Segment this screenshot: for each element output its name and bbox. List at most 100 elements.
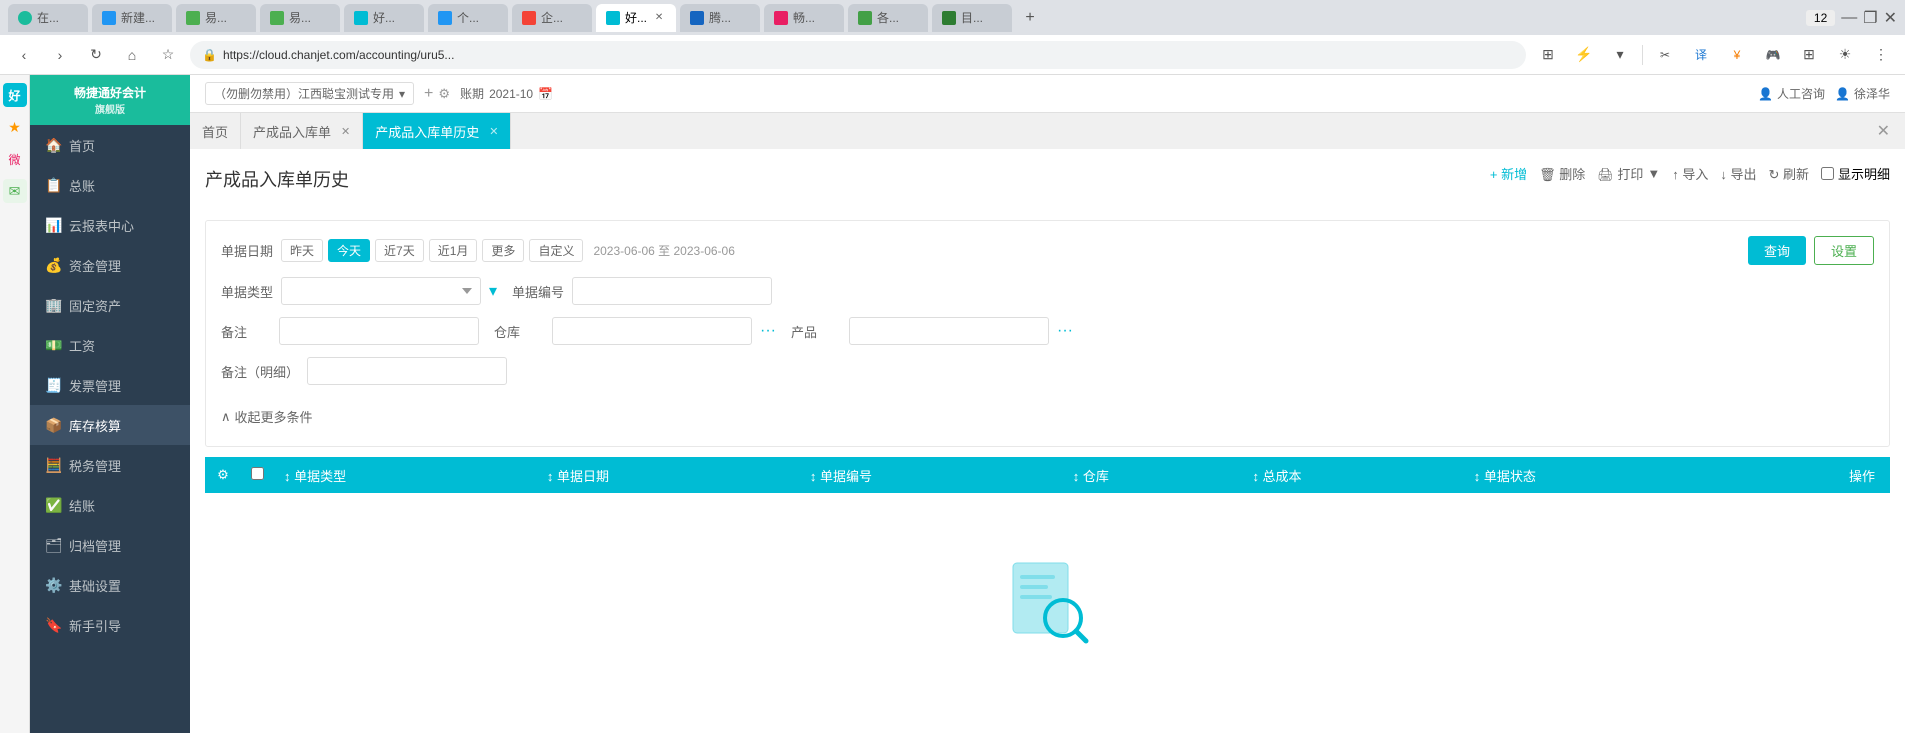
refresh-btn[interactable]: ↻ 刷新 — [1768, 164, 1809, 183]
sidebar-item-home[interactable]: 🏠 首页 — [30, 125, 190, 165]
show-detail-checkbox[interactable] — [1821, 167, 1834, 180]
tab-list-close[interactable]: ✕ — [341, 125, 350, 138]
th-bill-date[interactable]: ↕ 单据日期 — [537, 457, 800, 493]
sidebar-item-ledger[interactable]: 📋 总账 — [30, 165, 190, 205]
browser-tab-3[interactable]: 易... — [176, 4, 256, 32]
sidebar-item-fixed[interactable]: 🏢 固定资产 — [30, 285, 190, 325]
show-detail-label[interactable]: 显示明细 — [1821, 164, 1890, 183]
yuan-button[interactable]: ¥ — [1723, 41, 1751, 69]
service-link[interactable]: 👤 人工咨询 — [1758, 85, 1825, 102]
weibo-icon[interactable]: 微 — [3, 147, 27, 171]
sidebar-item-invoice[interactable]: 🧾 发票管理 — [30, 365, 190, 405]
th-total-cost[interactable]: ↕ 总成本 — [1242, 457, 1463, 493]
breadcrumb-home[interactable]: 首页 — [190, 113, 241, 149]
sidebar-item-settle[interactable]: ✅ 结账 — [30, 485, 190, 525]
forward-button[interactable]: › — [46, 41, 74, 69]
search-row-3: 备注 仓库 ··· 产品 ··· — [221, 317, 1874, 345]
bookmark-button[interactable]: ☆ — [154, 41, 182, 69]
sidebar-item-tax[interactable]: 🧮 税务管理 — [30, 445, 190, 485]
tab-list[interactable]: 产成品入库单 ✕ — [241, 113, 363, 149]
home-button[interactable]: ⌂ — [118, 41, 146, 69]
browser-tab-8[interactable]: 好... ✕ — [596, 4, 676, 32]
data-table: ⚙ ↕ 单据类型 ↕ 单据日期 ↕ 单据编号 — [205, 457, 1890, 493]
browser-tab-close-8[interactable]: ✕ — [652, 11, 666, 25]
email-icon[interactable]: ✉ — [3, 179, 27, 203]
new-tab-button[interactable]: + — [1016, 4, 1044, 32]
date-btn-7days[interactable]: 近7天 — [375, 239, 424, 262]
user-menu[interactable]: 👤 徐泽华 — [1835, 85, 1890, 102]
back-button[interactable]: ‹ — [10, 41, 38, 69]
th-gear[interactable]: ⚙ — [205, 457, 241, 493]
delete-btn[interactable]: 🗑 删除 — [1539, 164, 1585, 183]
sidebar-item-inventory[interactable]: 📦 库存核算 — [30, 405, 190, 445]
sidebar-item-guide[interactable]: 🔖 新手引导 — [30, 605, 190, 645]
window-close[interactable]: ✕ — [1884, 8, 1897, 28]
calendar-icon[interactable]: 📅 — [538, 87, 553, 101]
warehouse-dots[interactable]: ··· — [760, 322, 776, 340]
address-bar[interactable]: 🔒 https://cloud.chanjet.com/accounting/u… — [190, 41, 1526, 69]
browser-tab-4[interactable]: 易... — [260, 4, 340, 32]
sidebar-item-settings[interactable]: ⚙️ 基础设置 — [30, 565, 190, 605]
th-bill-status[interactable]: ↕ 单据状态 — [1464, 457, 1727, 493]
star-icon[interactable]: ★ — [3, 115, 27, 139]
game-button[interactable]: 🎮 — [1759, 41, 1787, 69]
browser-tab-7[interactable]: 企... — [512, 4, 592, 32]
export-btn[interactable]: ↓ 导出 — [1720, 164, 1756, 183]
product-dots[interactable]: ··· — [1057, 322, 1073, 340]
date-btn-today[interactable]: 今天 — [328, 239, 370, 262]
query-button[interactable]: 查询 — [1748, 236, 1806, 265]
browser-tab-1[interactable]: 在... — [8, 4, 88, 32]
sidebar-item-funds[interactable]: 💰 资金管理 — [30, 245, 190, 285]
date-btn-1month[interactable]: 近1月 — [429, 239, 478, 262]
refresh-button[interactable]: ↻ — [82, 41, 110, 69]
add-btn[interactable]: + 新增 — [1490, 164, 1527, 183]
th-bill-type[interactable]: ↕ 单据类型 — [274, 457, 537, 493]
panel-close-btn[interactable]: ✕ — [1862, 121, 1905, 141]
select-all-checkbox[interactable] — [251, 467, 264, 480]
app-logo-icon[interactable]: 好 — [3, 83, 27, 107]
bill-no-input[interactable] — [572, 277, 772, 305]
company-selector[interactable]: （勿删勿禁用）江西聪宝测试专用 ▾ — [205, 82, 414, 105]
browser-tab-9[interactable]: 腾... — [680, 4, 760, 32]
company-settings-icon[interactable]: ⚙ — [438, 86, 450, 102]
tab-history-close[interactable]: ✕ — [489, 125, 498, 138]
note-detail-input[interactable] — [307, 357, 507, 385]
bill-type-dots[interactable]: ▾ — [489, 281, 497, 301]
warehouse-input[interactable] — [552, 317, 752, 345]
sidebar-item-salary[interactable]: 💵 工资 — [30, 325, 190, 365]
sidebar-item-reports[interactable]: 📊 云报表中心 — [30, 205, 190, 245]
scissors-button[interactable]: ✂ — [1651, 41, 1679, 69]
window-restore[interactable]: ❐ — [1863, 8, 1877, 28]
browser-tab-11[interactable]: 各... — [848, 4, 928, 32]
th-warehouse[interactable]: ↕ 仓库 — [1063, 457, 1243, 493]
sidebar-item-archive[interactable]: 🗂 归档管理 — [30, 525, 190, 565]
more-button[interactable]: ⋮ — [1867, 41, 1895, 69]
browser-tab-6[interactable]: 个... — [428, 4, 508, 32]
grid-button[interactable]: ⊞ — [1795, 41, 1823, 69]
th-bill-no[interactable]: ↕ 单据编号 — [800, 457, 1063, 493]
translate-button[interactable]: 译 — [1687, 41, 1715, 69]
browser-tab-12[interactable]: 目... — [932, 4, 1012, 32]
date-btn-yesterday[interactable]: 昨天 — [281, 239, 323, 262]
extensions-button[interactable]: ⊞ — [1534, 41, 1562, 69]
browser-tab-10[interactable]: 畅... — [764, 4, 844, 32]
product-input[interactable] — [849, 317, 1049, 345]
theme-button[interactable]: ☀ — [1831, 41, 1859, 69]
add-company-btn[interactable]: + — [424, 85, 433, 103]
note-input[interactable] — [279, 317, 479, 345]
browser-tab-2[interactable]: 新建... — [92, 4, 172, 32]
bill-type-select[interactable] — [281, 277, 481, 305]
tab-history[interactable]: 产成品入库单历史 ✕ — [363, 113, 511, 149]
import-btn[interactable]: ↑ 导入 — [1672, 164, 1708, 183]
collapse-btn[interactable]: ∧ 收起更多条件 — [221, 407, 1874, 426]
browser-tab-5[interactable]: 好... — [344, 4, 424, 32]
app-top-bar: （勿删勿禁用）江西聪宝测试专用 ▾ + ⚙ 账期 2021-10 📅 👤 人工咨… — [190, 75, 1905, 113]
th-checkbox[interactable] — [241, 457, 274, 493]
settings-button[interactable]: 设置 — [1814, 236, 1874, 265]
print-btn[interactable]: 🖨 打印 ▼ — [1597, 164, 1660, 183]
date-btn-custom[interactable]: 自定义 — [529, 239, 583, 262]
window-minimize[interactable]: — — [1841, 9, 1857, 27]
nav-dropdown[interactable]: ▾ — [1606, 41, 1634, 69]
date-btn-more[interactable]: 更多 — [482, 239, 524, 262]
lightning-button[interactable]: ⚡ — [1570, 41, 1598, 69]
